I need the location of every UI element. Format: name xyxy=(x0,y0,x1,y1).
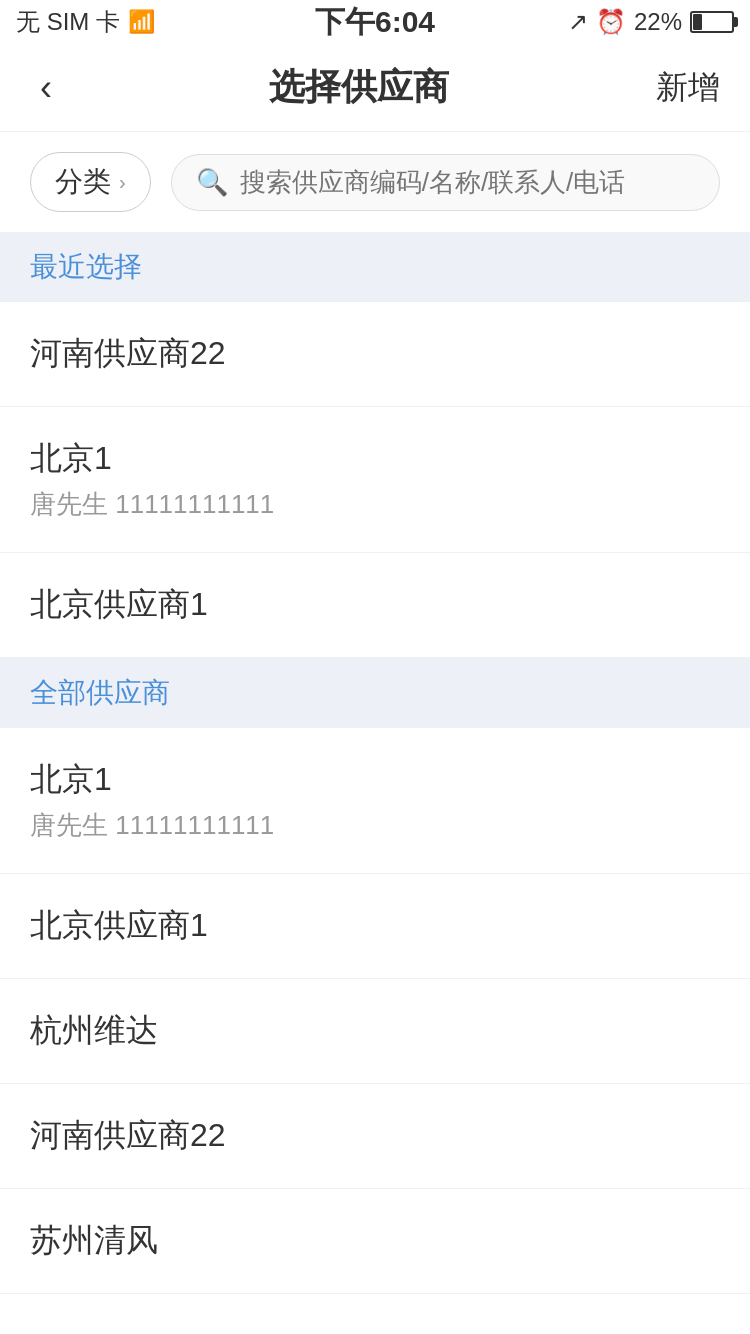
location-icon: ↗ xyxy=(568,8,588,36)
supplier-name: 北京1 xyxy=(30,758,720,802)
all-section-label: 全部供应商 xyxy=(30,677,170,708)
supplier-name: 北京供应商1 xyxy=(30,904,720,948)
status-right: ↗ ⏰ 22% xyxy=(568,8,734,36)
battery-percent: 22% xyxy=(634,8,682,36)
list-item[interactable]: 北京供应商1 xyxy=(0,874,750,979)
supplier-name: 杭州维达 xyxy=(30,1009,720,1053)
no-sim-text: 无 SIM 卡 xyxy=(16,6,120,38)
list-item[interactable]: 北京供应商1 xyxy=(0,553,750,658)
supplier-contact: 唐先生 11111111111 xyxy=(30,487,720,522)
recent-section-label: 最近选择 xyxy=(30,251,142,282)
all-items-list: 北京1 唐先生 11111111111 北京供应商1 杭州维达 河南供应商22 … xyxy=(0,728,750,1294)
search-input[interactable] xyxy=(240,167,695,198)
status-left: 无 SIM 卡 📶 xyxy=(16,6,155,38)
list-item[interactable]: 河南供应商22 xyxy=(0,302,750,407)
list-item[interactable]: 河南供应商22 xyxy=(0,1084,750,1189)
supplier-name: 北京1 xyxy=(30,437,720,481)
list-item[interactable]: 北京1 唐先生 11111111111 xyxy=(0,728,750,874)
all-section-header: 全部供应商 xyxy=(0,658,750,728)
alarm-icon: ⏰ xyxy=(596,8,626,36)
filter-row: 分类 › 🔍 xyxy=(0,132,750,232)
supplier-name: 河南供应商22 xyxy=(30,1114,720,1158)
search-box[interactable]: 🔍 xyxy=(171,154,720,211)
battery-icon xyxy=(690,11,734,33)
status-time: 下午6:04 xyxy=(315,2,435,43)
list-item[interactable]: 杭州维达 xyxy=(0,979,750,1084)
supplier-name: 河南供应商22 xyxy=(30,332,720,376)
chevron-right-icon: › xyxy=(119,171,126,194)
supplier-name: 北京供应商1 xyxy=(30,583,720,627)
back-button[interactable]: ‹ xyxy=(30,57,62,119)
add-button[interactable]: 新增 xyxy=(656,66,720,110)
category-button[interactable]: 分类 › xyxy=(30,152,151,212)
nav-bar: ‹ 选择供应商 新增 xyxy=(0,44,750,132)
search-icon: 🔍 xyxy=(196,167,228,198)
recent-section-header: 最近选择 xyxy=(0,232,750,302)
supplier-contact: 唐先生 11111111111 xyxy=(30,808,720,843)
page-title: 选择供应商 xyxy=(269,63,449,112)
recent-items-list: 河南供应商22 北京1 唐先生 11111111111 北京供应商1 xyxy=(0,302,750,658)
category-label: 分类 xyxy=(55,163,111,201)
list-item[interactable]: 北京1 唐先生 11111111111 xyxy=(0,407,750,553)
status-bar: 无 SIM 卡 📶 下午6:04 ↗ ⏰ 22% xyxy=(0,0,750,44)
list-item[interactable]: 苏州清风 xyxy=(0,1189,750,1294)
wifi-icon: 📶 xyxy=(128,9,155,35)
supplier-name: 苏州清风 xyxy=(30,1219,720,1263)
